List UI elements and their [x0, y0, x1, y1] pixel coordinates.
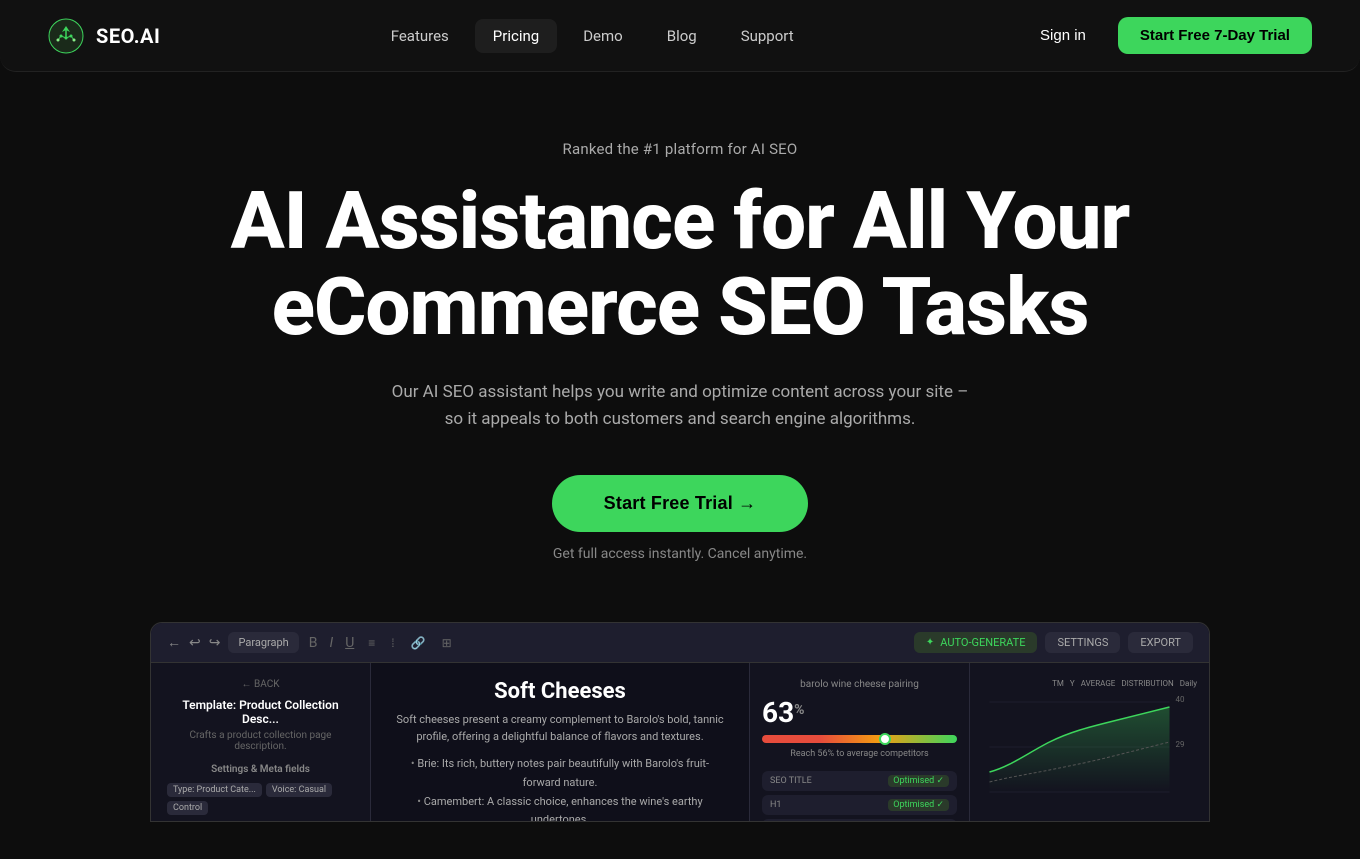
seo-rows: SEO TITLE Optimised ✓ H1 Optimised ✓ SUB… — [762, 771, 957, 822]
nav-features[interactable]: Features — [373, 19, 467, 53]
chart-legend-y: Y — [1070, 679, 1075, 688]
content-paragraph: Soft cheeses present a creamy complement… — [395, 712, 725, 745]
score-display: 63 % — [762, 696, 957, 729]
screenshot-toolbar: ← ↩ ↪ Paragraph B I U ≡ ⁞ 🔗 ⊞ ✦ AUTO-GEN… — [151, 623, 1209, 663]
score-reach: Reach 56% to average competitors — [762, 749, 957, 759]
nav-support[interactable]: Support — [723, 19, 812, 53]
cta-button[interactable]: Start Free Trial → — [552, 475, 809, 532]
toolbar-export: EXPORT — [1128, 632, 1193, 653]
content-title: Soft Cheeses — [395, 679, 725, 704]
logo-icon — [48, 18, 84, 54]
seo-row-h1: H1 Optimised ✓ — [762, 795, 957, 815]
hero-badge: Ranked the #1 platform for AI SEO — [563, 140, 798, 158]
chart-legend-dist: DISTRIBUTION — [1121, 679, 1173, 688]
seo-row-subheadings: SUBHEADINGS Optimised ✓ — [762, 819, 957, 822]
panel-back: ← BACK — [167, 679, 354, 690]
hero-title: AI Assistance for All Your eCommerce SEO… — [231, 178, 1130, 351]
score-bar — [762, 735, 957, 743]
panel-title: Template: Product Collection Desc... — [167, 698, 354, 726]
nav-pricing[interactable]: Pricing — [475, 19, 557, 53]
panel-section-title: Settings & Meta fields — [167, 764, 354, 775]
hero-section: Ranked the #1 platform for AI SEO AI Ass… — [0, 0, 1360, 822]
score-header: barolo wine cheese pairing — [762, 679, 957, 690]
toolbar-paragraph: Paragraph — [228, 632, 298, 653]
product-screenshot: ← ↩ ↪ Paragraph B I U ≡ ⁞ 🔗 ⊞ ✦ AUTO-GEN… — [150, 622, 1210, 822]
content-list: Brie: Its rich, buttery notes pair beaut… — [395, 755, 725, 822]
cta-section: Start Free Trial → Get full access insta… — [552, 475, 809, 562]
navbar: SEO.AI Features Pricing Demo Blog Suppor… — [0, 0, 1360, 72]
panel-desc: Crafts a product collection page descrip… — [167, 730, 354, 752]
seo-row-label: SEO TITLE — [770, 776, 812, 786]
navbar-actions: Sign in Start Free 7-Day Trial — [1024, 17, 1312, 54]
panel-tags: Type: Product Cate... Voice: Casual Cont… — [167, 783, 354, 815]
logo-text: SEO.AI — [96, 24, 160, 48]
cta-note: Get full access instantly. Cancel anytim… — [553, 546, 807, 562]
score-value: 63 — [762, 696, 794, 729]
hero-subtitle: Our AI SEO assistant helps you write and… — [390, 379, 970, 433]
list-item: Camembert: A classic choice, enhances th… — [395, 793, 725, 823]
tag-type: Type: Product Cate... — [167, 783, 262, 797]
chart-legend-avg: AVERAGE — [1081, 679, 1116, 688]
main-nav: Features Pricing Demo Blog Support — [373, 19, 812, 53]
svg-text:29: 29 — [1176, 740, 1185, 749]
toolbar-settings: SETTINGS — [1045, 632, 1120, 653]
svg-text:40: 40 — [1176, 695, 1185, 704]
seo-row-title: SEO TITLE Optimised ✓ — [762, 771, 957, 791]
chart-legend-daily: Daily — [1180, 679, 1197, 688]
hero-title-line2: eCommerce SEO Tasks — [272, 260, 1089, 354]
toolbar-autogen: ✦ AUTO-GENERATE — [914, 632, 1038, 653]
score-suffix: % — [794, 702, 804, 718]
seo-row-badge: Optimised ✓ — [888, 799, 949, 811]
seo-row-badge: Optimised ✓ — [888, 775, 949, 787]
list-item: Brie: Its rich, buttery notes pair beaut… — [395, 755, 725, 792]
tag-control: Control — [167, 801, 208, 815]
hero-title-line1: AI Assistance for All Your — [231, 174, 1130, 268]
chart-svg: 40 29 — [982, 692, 1197, 802]
tag-voice: Voice: Casual — [266, 783, 332, 797]
logo-area: SEO.AI — [48, 18, 160, 54]
sign-in-button[interactable]: Sign in — [1024, 19, 1102, 52]
chart-legend-tm: TM — [1052, 679, 1064, 688]
nav-blog[interactable]: Blog — [649, 19, 715, 53]
score-bar-marker — [879, 733, 891, 745]
nav-demo[interactable]: Demo — [565, 19, 641, 53]
seo-row-label: H1 — [770, 800, 781, 810]
trial-button[interactable]: Start Free 7-Day Trial — [1118, 17, 1312, 54]
